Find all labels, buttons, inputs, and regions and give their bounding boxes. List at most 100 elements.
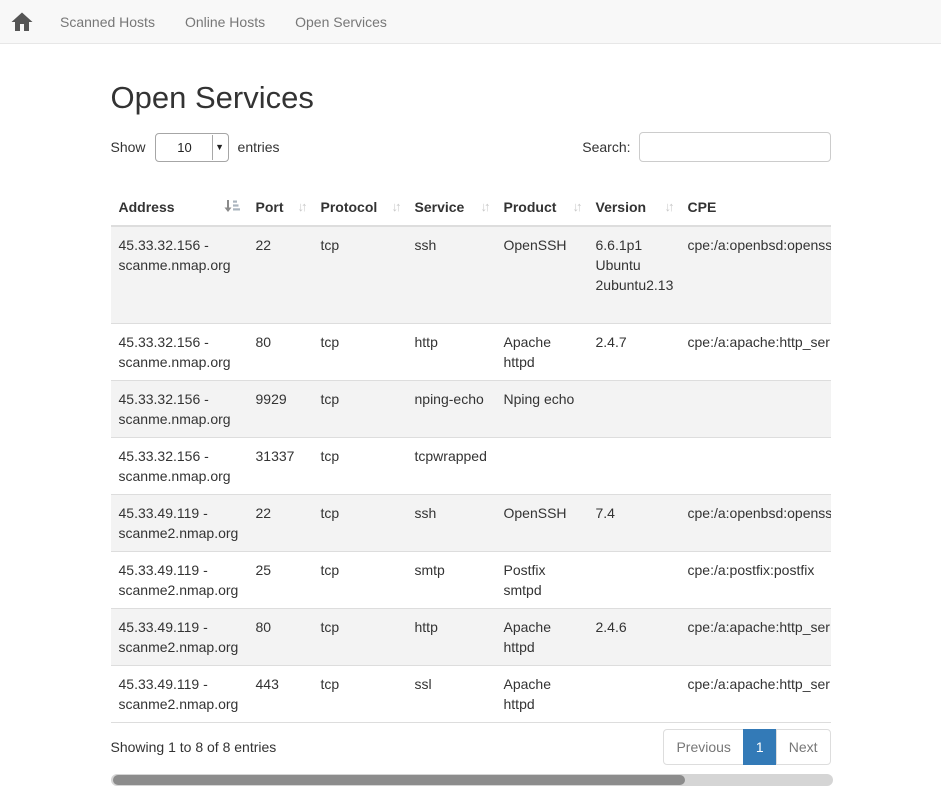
- nav-item-online-hosts[interactable]: Online Hosts: [170, 0, 280, 43]
- column-label: Product: [503, 199, 557, 215]
- cell-product: Apache httpd: [495, 322, 588, 380]
- cell-version: 7.4: [587, 493, 680, 551]
- table-row: 45.33.49.119 - scanme2.nmap.org 443 tcp ssl…: [110, 664, 831, 723]
- pagination-page-1[interactable]: 1: [742, 728, 777, 765]
- column-label: CPE: [687, 199, 717, 215]
- cell-protocol: tcp: [312, 664, 407, 723]
- cell-service: ssl: [406, 664, 496, 723]
- cell-address: 45.33.32.156 - scanme.nmap.org: [110, 436, 248, 494]
- cell-version: [587, 550, 680, 608]
- cell-cpe: cpe:/a:openbsd:openss: [687, 237, 831, 253]
- cell-protocol: tcp: [312, 493, 407, 551]
- cell-product: Nping echo: [495, 379, 588, 437]
- cell-protocol: tcp: [312, 379, 407, 437]
- table-row: 45.33.49.119 - scanme2.nmap.org 22 tcp ssh O…: [110, 493, 831, 551]
- cell-service: http: [406, 607, 496, 665]
- cell-address: 45.33.32.156 - scanme.nmap.org: [118, 237, 231, 273]
- table-row: 45.33.32.156 - scanme.nmap.org 80 tcp http A…: [110, 322, 831, 380]
- chevron-down-icon: ▼: [211, 134, 227, 160]
- nav-item-open-services[interactable]: Open Services: [280, 0, 402, 43]
- table-scroll-container: Address Port ↓↑ Protocol ↓↑ Service ↓↑ Product ↓…: [110, 189, 831, 723]
- horizontal-scrollbar-track[interactable]: [110, 773, 833, 786]
- column-label: Protocol: [320, 199, 378, 215]
- sort-both-icon: ↓↑: [480, 199, 491, 214]
- page-title: Open Services: [110, 80, 314, 115]
- cell-product: Postfix smtpd: [495, 550, 588, 608]
- cell-address: 45.33.49.119 - scanme2.nmap.org: [110, 664, 248, 723]
- cell-product: OpenSSH: [495, 493, 588, 551]
- cell-port: 22: [247, 493, 313, 551]
- cell-version: 6.6.1p1 Ubuntu 2ubuntu2.13: [595, 237, 674, 293]
- column-label: Address: [118, 199, 175, 215]
- cell-address: 45.33.49.119 - scanme2.nmap.org: [110, 550, 248, 608]
- column-header-product[interactable]: Product ↓↑: [495, 189, 588, 227]
- table-row: 45.33.49.119 - scanme2.nmap.org 80 tcp http…: [110, 607, 831, 665]
- column-header-cpe[interactable]: CPE: [679, 189, 831, 227]
- cell-protocol: tcp: [312, 550, 407, 608]
- cell-version: 2.4.6: [587, 607, 680, 665]
- pagination: Previous 1 Next: [663, 728, 831, 765]
- column-header-port[interactable]: Port ↓↑: [247, 189, 313, 227]
- column-header-service[interactable]: Service ↓↑: [406, 189, 496, 227]
- cell-version: [587, 379, 680, 437]
- cell-version: [587, 664, 680, 723]
- cell-port: 31337: [247, 436, 313, 494]
- page-size-select[interactable]: 10 ▼: [154, 132, 229, 162]
- sort-both-icon: ↓↑: [572, 199, 583, 214]
- main-content: Open Services Show 10 ▼ entries Search: …: [96, 81, 846, 786]
- show-label: Show: [110, 139, 146, 155]
- table-row: 45.33.49.119 - scanme2.nmap.org 25 tcp smtp…: [110, 550, 831, 608]
- nav-item-scanned-hosts[interactable]: Scanned Hosts: [45, 0, 170, 43]
- table-controls: Show 10 ▼ entries Search:: [111, 132, 831, 162]
- cell-port: 443: [247, 664, 313, 723]
- cell-address: 45.33.49.119 - scanme2.nmap.org: [110, 493, 248, 551]
- search-label: Search:: [582, 139, 631, 155]
- cell-cpe: cpe:/a:openbsd:openss: [679, 493, 831, 551]
- cell-port: 9929: [247, 379, 313, 437]
- cell-service: nping-echo: [406, 379, 496, 437]
- cell-port: 80: [247, 322, 313, 380]
- cell-product: Apache httpd: [495, 664, 588, 723]
- table-footer: Showing 1 to 8 of 8 entries Previous 1 N…: [110, 728, 831, 765]
- cell-port: 22: [255, 237, 272, 253]
- sort-ascending-icon: [224, 200, 240, 212]
- cell-service: http: [406, 322, 496, 380]
- cell-protocol: tcp: [320, 237, 340, 253]
- table-row: 45.33.32.156 - scanme.nmap.org 22 tcp ssh Op…: [110, 226, 831, 323]
- table-row: 45.33.32.156 - scanme.nmap.org 9929 tcp npi…: [110, 379, 831, 437]
- sort-both-icon: ↓↑: [664, 199, 675, 214]
- cell-version: [587, 436, 680, 494]
- cell-port: 80: [247, 607, 313, 665]
- cell-product: OpenSSH: [503, 237, 567, 253]
- cell-product: Apache httpd: [495, 607, 588, 665]
- search-input[interactable]: [638, 132, 831, 162]
- table-header-row: Address Port ↓↑ Protocol ↓↑ Service ↓↑ Product ↓…: [110, 189, 831, 227]
- pagination-previous[interactable]: Previous: [663, 728, 744, 765]
- open-services-table: Address Port ↓↑ Protocol ↓↑ Service ↓↑ Product ↓…: [110, 189, 831, 723]
- cell-service: smtp: [406, 550, 496, 608]
- home-link[interactable]: [0, 0, 45, 43]
- pagination-next[interactable]: Next: [775, 728, 831, 765]
- column-label: Port: [255, 199, 284, 215]
- column-header-protocol[interactable]: Protocol ↓↑: [312, 189, 407, 227]
- cell-cpe: cpe:/a:apache:http_ser: [679, 664, 831, 723]
- cell-protocol: tcp: [312, 607, 407, 665]
- cell-service: ssh: [406, 493, 496, 551]
- cell-address: 45.33.32.156 - scanme.nmap.org: [110, 379, 248, 437]
- page-length-control: Show 10 ▼ entries: [110, 132, 280, 162]
- home-icon: [9, 10, 35, 34]
- horizontal-scrollbar-thumb[interactable]: [112, 774, 685, 785]
- navbar: Scanned Hosts Online Hosts Open Services: [0, 0, 941, 44]
- cell-cpe: [679, 436, 831, 494]
- entries-info: Showing 1 to 8 of 8 entries: [110, 738, 277, 755]
- cell-cpe: [679, 379, 831, 437]
- cell-cpe: cpe:/a:postfix:postfix: [679, 550, 831, 608]
- entries-label: entries: [237, 139, 280, 155]
- search-control: Search:: [582, 132, 831, 162]
- cell-service: tcpwrapped: [406, 436, 496, 494]
- column-label: Service: [414, 199, 465, 215]
- column-header-version[interactable]: Version ↓↑: [587, 189, 680, 227]
- column-header-address[interactable]: Address: [110, 189, 248, 227]
- cell-cpe: cpe:/a:apache:http_ser: [679, 607, 831, 665]
- cell-service: ssh: [414, 237, 437, 253]
